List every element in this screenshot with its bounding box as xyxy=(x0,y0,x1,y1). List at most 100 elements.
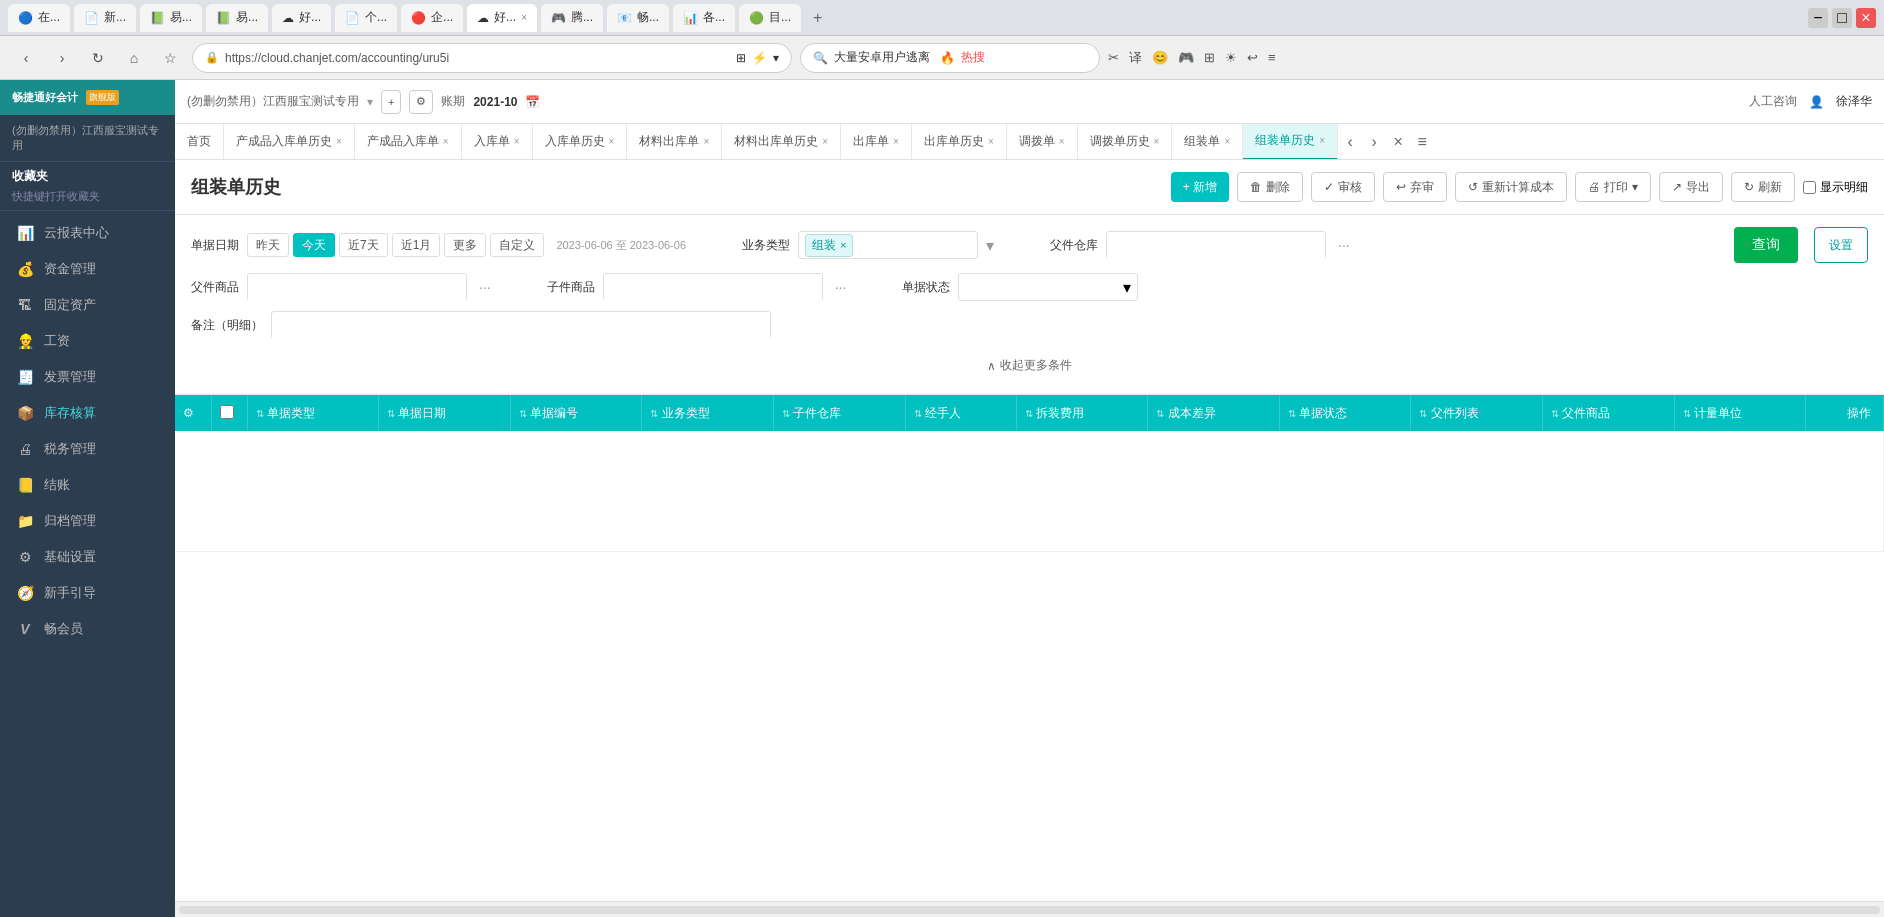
sidebar-item-payroll[interactable]: 👷 工资 xyxy=(0,323,175,359)
sidebar-item-settings[interactable]: ⚙ 基础设置 xyxy=(0,539,175,575)
date-btn-7days[interactable]: 近7天 xyxy=(339,233,388,257)
app-tab-finished-goods-in[interactable]: 产成品入库单 × xyxy=(355,124,462,160)
grid-icon[interactable]: ⊞ xyxy=(1204,50,1215,65)
browser-tab-8[interactable]: 🎮腾... xyxy=(541,4,603,32)
child-goods-input[interactable] xyxy=(604,274,822,302)
home-button[interactable]: ⌂ xyxy=(120,44,148,72)
refresh-button[interactable]: ↻ 刷新 xyxy=(1731,172,1795,202)
window-restore-btn[interactable]: □ xyxy=(1832,8,1852,28)
tabs-close-all[interactable]: × xyxy=(1386,124,1410,160)
app-tab-material-out-close[interactable]: × xyxy=(703,136,709,147)
browser-tab-9[interactable]: 📧畅... xyxy=(607,4,669,32)
show-detail-checkbox[interactable] xyxy=(1803,181,1816,194)
consult-label[interactable]: 人工咨询 xyxy=(1749,93,1797,110)
window-close-btn[interactable]: × xyxy=(1856,8,1876,28)
browser-tab-5[interactable]: 📄个... xyxy=(335,4,397,32)
app-tab-out-history[interactable]: 出库单历史 × xyxy=(912,124,1007,160)
calendar-icon[interactable]: 📅 xyxy=(525,95,540,109)
add-company-button[interactable]: + xyxy=(381,90,401,114)
parent-goods-input[interactable] xyxy=(248,274,466,302)
app-tab-assembly[interactable]: 组装单 × xyxy=(1172,124,1243,160)
app-tab-assembly-history[interactable]: 组装单历史 × xyxy=(1243,124,1338,160)
date-btn-custom[interactable]: 自定义 xyxy=(490,233,544,257)
add-button[interactable]: + 新增 xyxy=(1171,172,1229,202)
horizontal-scrollbar[interactable] xyxy=(179,906,1880,914)
th-number[interactable]: ⇅ 单据编号 xyxy=(510,395,642,431)
app-tab-transfer-history[interactable]: 调拨单历史 × xyxy=(1078,124,1173,160)
parent-warehouse-dots[interactable]: ··· xyxy=(1338,237,1350,253)
browser-tab-2[interactable]: 📗易... xyxy=(140,4,202,32)
child-goods-dots[interactable]: ··· xyxy=(835,279,847,295)
th-unit[interactable]: ⇅ 计量单位 xyxy=(1674,395,1806,431)
sun-icon[interactable]: ☀ xyxy=(1225,50,1237,65)
th-handler[interactable]: ⇅ 经手人 xyxy=(905,395,1016,431)
app-tab-material-out-history-close[interactable]: × xyxy=(822,136,828,147)
game-icon[interactable]: 🎮 xyxy=(1178,50,1194,65)
app-tab-finished-goods-in-history[interactable]: 产成品入库单历史 × xyxy=(224,124,355,160)
sidebar-item-tax[interactable]: 🖨 税务管理 xyxy=(0,431,175,467)
browser-tab-1[interactable]: 📄新... xyxy=(74,4,136,32)
browser-tab-6[interactable]: 🔴企... xyxy=(401,4,463,32)
app-tab-material-out-history[interactable]: 材料出库单历史 × xyxy=(722,124,841,160)
app-tab-in-history-close[interactable]: × xyxy=(609,136,615,147)
print-button[interactable]: 🖨 打印 ▾ xyxy=(1575,172,1651,202)
sidebar-item-reports[interactable]: 📊 云报表中心 xyxy=(0,215,175,251)
app-tab-home[interactable]: 首页 xyxy=(175,124,224,160)
business-type-dropdown[interactable]: ▾ xyxy=(986,236,994,255)
browser-tab-11[interactable]: 🟢目... xyxy=(739,4,801,32)
sidebar-item-archive[interactable]: 📁 归档管理 xyxy=(0,503,175,539)
translate-icon[interactable]: 译 xyxy=(1129,49,1142,67)
menu-icon[interactable]: ≡ xyxy=(1268,50,1276,65)
browser-tab-10[interactable]: 📊各... xyxy=(673,4,735,32)
order-status-container[interactable]: ▾ xyxy=(958,273,1138,301)
app-tab-in-order[interactable]: 入库单 × xyxy=(462,124,533,160)
collapse-button[interactable]: ∧ 收起更多条件 xyxy=(987,357,1072,374)
setting-button[interactable]: 设置 xyxy=(1814,227,1868,263)
address-bar[interactable]: 🔒 https://cloud.chanjet.com/accounting/u… xyxy=(192,43,792,73)
th-parent-goods[interactable]: ⇅ 父件商品 xyxy=(1543,395,1675,431)
app-tab-finished-goods-in-close[interactable]: × xyxy=(443,136,449,147)
sidebar-item-guide[interactable]: 🧭 新手引导 xyxy=(0,575,175,611)
app-tab-in-order-close[interactable]: × xyxy=(514,136,520,147)
sidebar-item-inventory[interactable]: 📦 库存核算 xyxy=(0,395,175,431)
parent-warehouse-input[interactable] xyxy=(1107,232,1325,260)
th-checkbox[interactable] xyxy=(211,395,247,431)
abandon-audit-button[interactable]: ↩ 弃审 xyxy=(1383,172,1447,202)
dropdown-arrow[interactable]: ▾ xyxy=(367,95,373,109)
tabs-scroll-right[interactable]: › xyxy=(1362,124,1386,160)
sidebar-item-fixed-assets[interactable]: 🏗 固定资产 xyxy=(0,287,175,323)
th-biz-type[interactable]: ⇅ 业务类型 xyxy=(642,395,774,431)
th-disassemble-fee[interactable]: ⇅ 拆装费用 xyxy=(1016,395,1148,431)
search-bar[interactable]: 🔍 大量安卓用户逃离 🔥 热搜 xyxy=(800,43,1100,73)
tabs-menu[interactable]: ≡ xyxy=(1410,124,1434,160)
sidebar-item-finance[interactable]: 💰 资金管理 xyxy=(0,251,175,287)
window-minimize-btn[interactable]: − xyxy=(1808,8,1828,28)
export-button[interactable]: ↗ 导出 xyxy=(1659,172,1723,202)
app-tab-in-history[interactable]: 入库单历史 × xyxy=(533,124,628,160)
browser-tab-7[interactable]: ☁好...× xyxy=(467,4,537,32)
parent-goods-dots[interactable]: ··· xyxy=(479,279,491,295)
th-cost-diff[interactable]: ⇅ 成本差异 xyxy=(1148,395,1280,431)
th-child-warehouse[interactable]: ⇅ 子件仓库 xyxy=(774,395,906,431)
sidebar-item-close-account[interactable]: 📒 结账 xyxy=(0,467,175,503)
th-parent-list[interactable]: ⇅ 父件列表 xyxy=(1411,395,1543,431)
sidebar-item-member[interactable]: V 畅会员 xyxy=(0,611,175,647)
app-tab-assembly-close[interactable]: × xyxy=(1224,136,1230,147)
app-tab-assembly-history-close[interactable]: × xyxy=(1319,135,1325,146)
th-type[interactable]: ⇅ 单据类型 xyxy=(247,395,379,431)
sidebar-item-invoice[interactable]: 🧾 发票管理 xyxy=(0,359,175,395)
date-btn-today[interactable]: 今天 xyxy=(293,233,335,257)
back-button[interactable]: ‹ xyxy=(12,44,40,72)
show-detail-checkbox-group[interactable]: 显示明细 xyxy=(1803,179,1868,196)
recalc-cost-button[interactable]: ↺ 重新计算成本 xyxy=(1455,172,1567,202)
app-tab-material-out[interactable]: 材料出库单 × xyxy=(627,124,722,160)
audit-button[interactable]: ✓ 审核 xyxy=(1311,172,1375,202)
query-button[interactable]: 查询 xyxy=(1734,227,1798,263)
remarks-input[interactable] xyxy=(272,312,770,340)
date-btn-1month[interactable]: 近1月 xyxy=(392,233,441,257)
scissors-icon[interactable]: ✂ xyxy=(1108,50,1119,65)
browser-tab-3[interactable]: 📗易... xyxy=(206,4,268,32)
company-settings-button[interactable]: ⚙ xyxy=(409,90,433,114)
delete-button[interactable]: 🗑 删除 xyxy=(1237,172,1303,202)
date-btn-yesterday[interactable]: 昨天 xyxy=(247,233,289,257)
